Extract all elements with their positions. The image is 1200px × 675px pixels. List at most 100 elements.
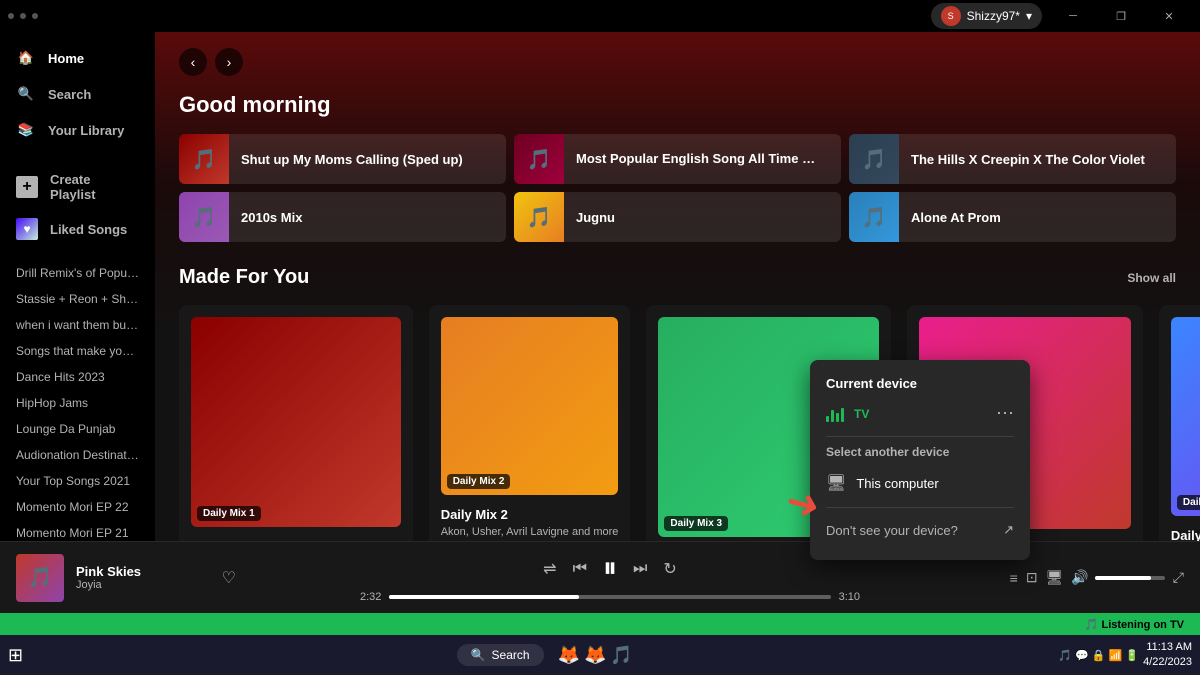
quick-item-label: The Hills X Creepin X The Color Violet: [899, 152, 1157, 167]
sidebar-item-library[interactable]: 📚 Your Library: [0, 112, 155, 148]
previous-button[interactable]: ⏮: [573, 560, 587, 578]
sidebar-playlist-item[interactable]: Drill Remix's of Popular Songs: [0, 260, 155, 286]
like-button[interactable]: ♡: [222, 568, 236, 588]
sidebar-playlist-item[interactable]: Lounge Da Punjab: [0, 416, 155, 442]
shuffle-button[interactable]: ⇌: [543, 559, 556, 579]
card-badge: Daily Mix 3: [664, 516, 728, 531]
this-computer-option[interactable]: 🖥 This computer: [826, 467, 1014, 499]
progress-bar[interactable]: [389, 595, 830, 599]
made-for-you-card[interactable]: Daily Mix 2 Daily Mix 2 Akon, Usher, Avr…: [429, 305, 631, 541]
taskbar-clock: 11:13 AM 4/22/2023: [1143, 640, 1192, 671]
title-bar: S Shizzy97* ▾ ─ ❐ ✕: [0, 0, 1200, 32]
progress-fill: [389, 595, 579, 599]
card-badge: Daily Mix 5: [1177, 495, 1200, 510]
forward-arrow-button[interactable]: ›: [215, 48, 243, 76]
sidebar-playlist-item[interactable]: Momento Mori EP 22: [0, 494, 155, 520]
close-button[interactable]: ✕: [1146, 0, 1192, 32]
external-link-icon: ↗: [1003, 522, 1014, 538]
sidebar-item-home[interactable]: 🏠 Home: [0, 40, 155, 76]
volume-icon[interactable]: 🔊: [1071, 569, 1088, 586]
player-buttons: ⇌ ⏮ ⏸ ⏭ ↻: [543, 552, 677, 585]
sidebar-item-label-search: Search: [48, 87, 91, 102]
sidebar-playlist-item[interactable]: when i want them butterflies...: [0, 312, 155, 338]
quick-item[interactable]: 🎵 Shut up My Moms Calling (Sped up): [179, 134, 506, 184]
taskbar-app-spotify[interactable]: 🎵: [610, 645, 632, 666]
made-for-you-card[interactable]: Daily Mix 5 Daily Mix 5 ChillHop Cafe, L…: [1159, 305, 1200, 541]
player-track-info: 🎵 Pink Skies Joyia ♡: [16, 554, 236, 602]
greeting-title: Good morning: [179, 92, 1176, 118]
start-button[interactable]: ⊞: [8, 645, 23, 666]
playing-animation-icon: [826, 406, 844, 422]
sidebar-item-search[interactable]: 🔍 Search: [0, 76, 155, 112]
title-bar-dot-1: [8, 13, 14, 19]
sidebar-item-label-library: Your Library: [48, 123, 124, 138]
systray-icons: 🎵 💬 🔒 📶 🔋: [1058, 649, 1139, 662]
dont-see-label: Don't see your device?: [826, 523, 958, 538]
quick-item-thumb: 🎵: [849, 192, 899, 242]
quick-item[interactable]: 🎵 The Hills X Creepin X The Color Violet: [849, 134, 1176, 184]
sidebar-playlist-item[interactable]: Your Top Songs 2021: [0, 468, 155, 494]
current-device-info: TV: [854, 407, 986, 421]
taskbar-center: 🔍 Search 🦊 🦊 🎵: [457, 644, 633, 666]
select-device-label: Select another device: [826, 445, 1014, 459]
minimize-button[interactable]: ─: [1050, 0, 1096, 32]
user-profile-button[interactable]: S Shizzy97* ▾: [931, 3, 1042, 29]
card-title: Daily Mix 5: [1171, 528, 1200, 541]
sidebar-playlist-item[interactable]: HipHop Jams: [0, 390, 155, 416]
card-thumb: Daily Mix 5: [1171, 317, 1200, 516]
fullscreen-button[interactable]: ⤢: [1173, 569, 1184, 586]
sidebar-playlist-item[interactable]: Dance Hits 2023: [0, 364, 155, 390]
username-label: Shizzy97*: [967, 9, 1020, 23]
volume-bar[interactable]: [1095, 576, 1165, 580]
sidebar: 🏠 Home 🔍 Search 📚 Your Library + Create …: [0, 32, 155, 541]
quick-item-thumb-inner: 🎵: [849, 192, 899, 242]
pause-button[interactable]: ⏸: [603, 552, 617, 585]
taskbar-search-button[interactable]: 🔍 Search: [457, 644, 544, 666]
queue-button[interactable]: ⊡: [1026, 569, 1038, 586]
lyrics-button[interactable]: ≡: [1010, 570, 1018, 586]
taskbar-time-value: 11:13 AM: [1143, 640, 1192, 655]
volume-control: 🔊: [1071, 569, 1164, 586]
current-device-item: TV ⋯: [826, 403, 1014, 424]
liked-songs-icon: ♥: [16, 218, 38, 240]
device-button[interactable]: 🖥: [1046, 569, 1064, 586]
taskbar-app-firefox1[interactable]: 🦊: [558, 645, 580, 666]
current-time: 2:32: [360, 591, 381, 603]
next-button[interactable]: ⏭: [633, 560, 647, 578]
card-title: Daily Mix 2: [441, 507, 619, 522]
sidebar-playlist-item[interactable]: Stassie + Reon + Shizzy97*: [0, 286, 155, 312]
user-avatar: S: [941, 6, 961, 26]
title-bar-dots: [8, 13, 38, 19]
back-arrow-button[interactable]: ‹: [179, 48, 207, 76]
liked-songs-button[interactable]: ♥ Liked Songs: [0, 210, 155, 248]
made-for-you-card[interactable]: Daily Mix 1 Daily Mix 1 Metro Boomin, Tr…: [179, 305, 413, 541]
sidebar-playlist-item[interactable]: Audionation Destination: [0, 442, 155, 468]
repeat-button[interactable]: ↻: [663, 559, 676, 579]
taskbar-app-firefox2[interactable]: 🦊: [584, 645, 606, 666]
show-all-button[interactable]: Show all: [1127, 271, 1176, 285]
sidebar-playlist-item[interactable]: Songs that make you want t...: [0, 338, 155, 364]
card-badge: Daily Mix 1: [197, 506, 261, 521]
dont-see-device-link[interactable]: Don't see your device? ↗: [826, 516, 1014, 544]
quick-item[interactable]: 🎵 Jugnu: [514, 192, 841, 242]
create-playlist-icon: +: [16, 176, 38, 198]
quick-item-label: Most Popular English Song All Time ❤️ 🔥 …: [564, 151, 841, 167]
device-divider-2: [826, 507, 1014, 508]
quick-item-thumb: 🎵: [514, 192, 564, 242]
card-thumb: Daily Mix 2: [441, 317, 619, 495]
quick-item[interactable]: 🎵 Alone At Prom: [849, 192, 1176, 242]
quick-item-thumb-inner: 🎵: [849, 134, 899, 184]
restore-button[interactable]: ❐: [1098, 0, 1144, 32]
quick-item-thumb: 🎵: [514, 134, 564, 184]
quick-item[interactable]: 🎵 2010s Mix: [179, 192, 506, 242]
sidebar-playlist-item[interactable]: Momento Mori EP 21: [0, 520, 155, 541]
this-computer-label: This computer: [856, 476, 938, 491]
quick-item-thumb-inner: 🎵: [514, 134, 564, 184]
quick-item[interactable]: 🎵 Most Popular English Song All Time ❤️ …: [514, 134, 841, 184]
create-playlist-button[interactable]: + Create Playlist: [0, 164, 155, 210]
player-track-details: Pink Skies Joyia: [76, 564, 202, 591]
taskbar: ⊞ 🔍 Search 🦊 🦊 🎵 🎵 💬 🔒 📶 🔋 11:13 AM 4/22…: [0, 635, 1200, 675]
device-more-button[interactable]: ⋯: [996, 403, 1014, 424]
chevron-down-icon: ▾: [1026, 9, 1032, 23]
listening-label: 🎵 Listening on TV: [1085, 618, 1184, 631]
